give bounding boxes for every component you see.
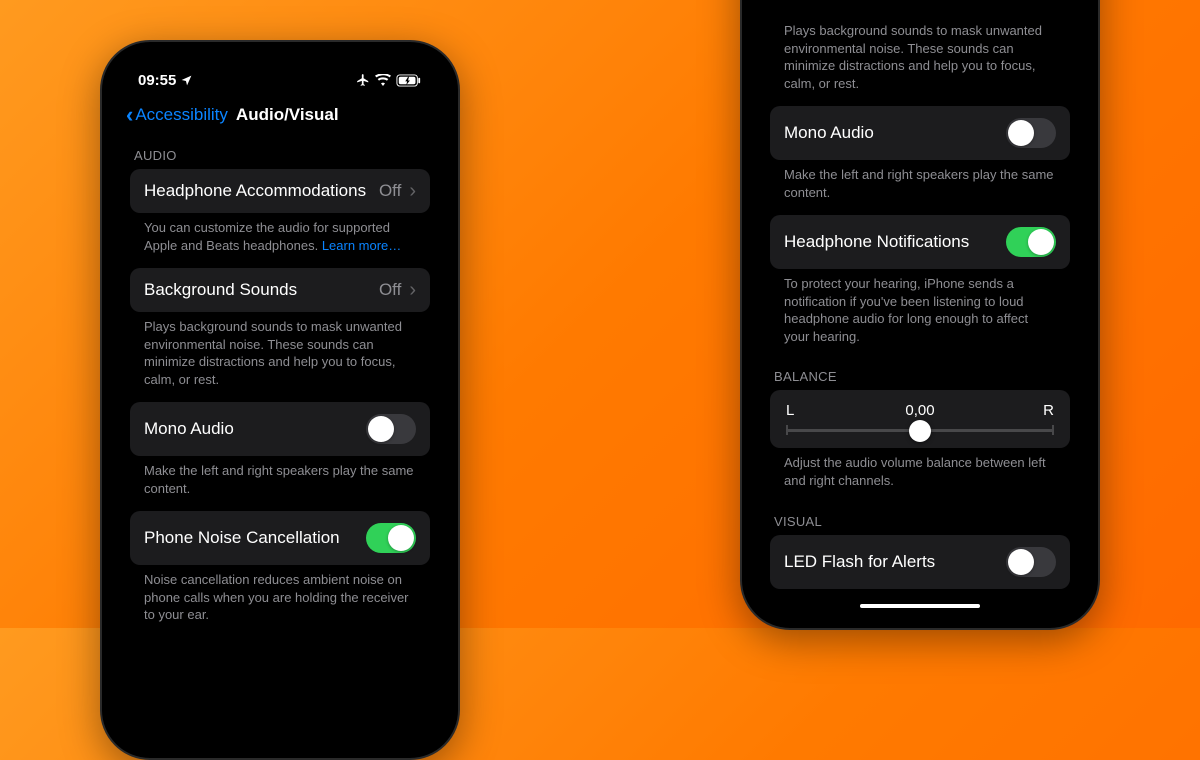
slider-thumb[interactable]: [909, 420, 931, 442]
balance-slider[interactable]: [786, 429, 1054, 432]
row-description: Noise cancellation reduces ambient noise…: [116, 565, 444, 638]
chevron-right-icon: ›: [409, 181, 416, 201]
row-led-flash-alerts: LED Flash for Alerts: [770, 535, 1070, 589]
balance-value: 0,00: [905, 402, 934, 419]
battery-charging-icon: [396, 74, 422, 87]
row-headphone-accommodations[interactable]: Headphone Accommodations Off ›: [130, 169, 430, 213]
row-mono-audio: Mono Audio: [130, 402, 430, 456]
toggle-headphone-notifications[interactable]: [1006, 227, 1056, 257]
balance-right-label: R: [1043, 402, 1054, 419]
row-description: Make the left and right speakers play th…: [756, 160, 1084, 215]
status-time: 09:55: [138, 72, 176, 89]
row-description: Plays background sounds to mask unwanted…: [756, 22, 1084, 106]
row-label: Phone Noise Cancellation: [144, 528, 340, 548]
page-title: Audio/Visual: [236, 105, 339, 125]
chevron-right-icon: ›: [409, 280, 416, 300]
row-description: Plays background sounds to mask unwanted…: [116, 312, 444, 402]
learn-more-link[interactable]: Learn more…: [322, 238, 401, 253]
row-label: Headphone Notifications: [784, 232, 969, 252]
row-phone-noise-cancellation: Phone Noise Cancellation: [130, 511, 430, 565]
back-label: Accessibility: [135, 105, 228, 125]
location-arrow-icon: [180, 74, 193, 87]
row-description: Make the left and right speakers play th…: [116, 456, 444, 511]
section-header-balance: BALANCE: [756, 359, 1084, 390]
row-mono-audio: Mono Audio: [770, 106, 1070, 160]
row-label: Mono Audio: [784, 123, 874, 143]
section-header-audio: AUDIO: [116, 138, 444, 169]
row-label: Background Sounds: [144, 280, 297, 300]
nav-bar: ‹ Accessibility Audio/Visual: [116, 96, 444, 138]
home-indicator[interactable]: [860, 604, 980, 608]
balance-left-label: L: [786, 402, 794, 419]
toggle-led-flash[interactable]: [1006, 547, 1056, 577]
airplane-icon: [356, 73, 370, 87]
row-description: You can customize the audio for supporte…: [116, 213, 444, 268]
wifi-icon: [375, 74, 391, 86]
phone-mockup-right: Plays background sounds to mask unwanted…: [740, 0, 1100, 630]
section-header-visual: VISUAL: [756, 504, 1084, 535]
chevron-left-icon: ‹: [126, 102, 133, 128]
row-description: Adjust the audio volume balance between …: [756, 448, 1084, 503]
toggle-noise-cancellation[interactable]: [366, 523, 416, 553]
row-value: Off: [379, 181, 401, 201]
row-description: To protect your hearing, iPhone sends a …: [756, 269, 1084, 359]
phone-mockup-left: 09:55 ‹ Accessibility: [100, 40, 460, 760]
back-button[interactable]: ‹ Accessibility: [126, 102, 228, 128]
row-label: LED Flash for Alerts: [784, 552, 935, 572]
toggle-mono-audio[interactable]: [1006, 118, 1056, 148]
notch: [200, 56, 360, 82]
row-background-sounds[interactable]: Background Sounds Off ›: [130, 268, 430, 312]
row-value: Off: [379, 280, 401, 300]
toggle-mono-audio[interactable]: [366, 414, 416, 444]
row-label: Mono Audio: [144, 419, 234, 439]
row-label: Headphone Accommodations: [144, 181, 366, 201]
row-headphone-notifications: Headphone Notifications: [770, 215, 1070, 269]
balance-control: L 0,00 R: [770, 390, 1070, 448]
